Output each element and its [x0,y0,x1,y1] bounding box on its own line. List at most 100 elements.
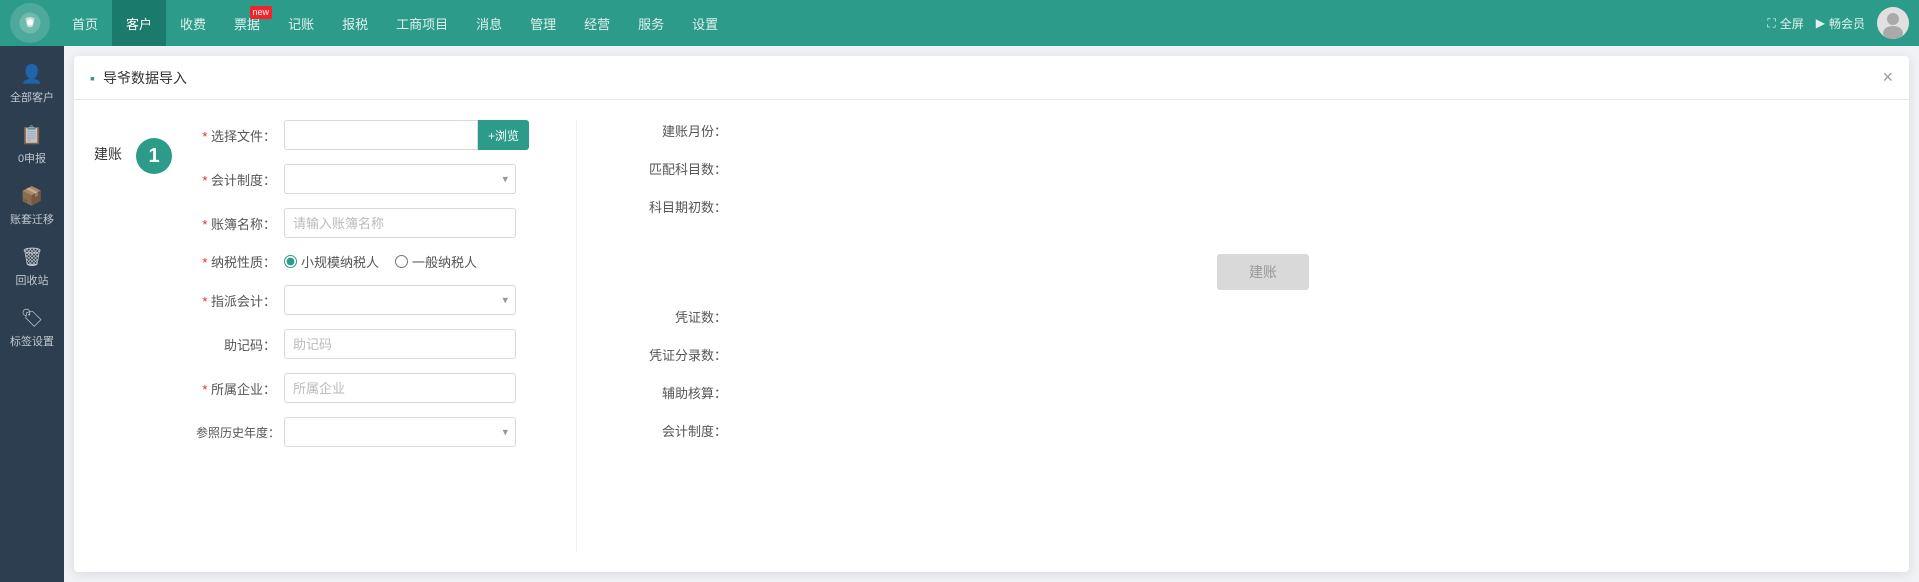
voucher-count-row: 凭证数： [637,306,1889,326]
month-row: 建账月份： [637,120,1889,140]
voucher-count-label: 凭证数： [637,307,727,326]
nav-services[interactable]: 服务 [624,0,678,46]
modal-body: 建账 1 * 选择文件： +浏览 [74,100,1909,572]
ledger-name-input[interactable] [284,208,516,238]
file-row: * 选择文件： +浏览 [196,120,516,150]
user-avatar[interactable] [1877,7,1909,39]
right-accounting-system-row: 会计制度： [637,420,1889,440]
month-label: 建账月份： [637,121,727,140]
subject-initial-value [735,196,1889,216]
right-panel: 建账月份： 匹配科目数： 科目期初数： 建账 [637,120,1889,552]
nav-right: ⛶ 全屏 ▶ 畅会员 [1767,7,1909,39]
voucher-records-label: 凭证分录数： [637,345,727,364]
browse-button[interactable]: +浏览 [478,120,529,150]
tax-type-radio-group: 小规模纳税人 一般纳税人 [284,252,516,271]
user-icon: 👤 [21,64,43,85]
step-label: 建账 [94,144,122,164]
modal-title: 导爷数据导入 [103,68,187,88]
memo-code-row: 助记码： [196,329,516,359]
nav-business[interactable]: 工商项目 [382,0,462,46]
fullscreen-icon: ⛶ [1767,16,1775,31]
modal-header: ▪ 导爷数据导入 × [74,56,1909,100]
right-accounting-system-label: 会计制度： [637,421,727,440]
auxiliary-value [735,382,1889,402]
nav-billing[interactable]: 收费 [166,0,220,46]
match-subjects-row: 匹配科目数： [637,158,1889,178]
left-panel: 建账 1 * 选择文件： +浏览 [94,120,516,552]
logo [10,3,50,43]
sidebar-item-tags[interactable]: 🏷 标签设置 [4,300,60,357]
auxiliary-row: 辅助核算： [637,382,1889,402]
sidebar-item-all-customers[interactable]: 👤 全部客户 [4,56,60,113]
company-row: * 所属企业： [196,373,516,403]
memo-code-input[interactable] [284,329,516,359]
ledger-name-row: * 账簿名称： [196,208,516,238]
create-account-button[interactable]: 建账 [1217,254,1309,290]
nav-tax[interactable]: 报税 [328,0,382,46]
file-input-group: +浏览 [284,120,529,150]
sidebar-item-migrate[interactable]: 📦 账套迁移 [4,178,60,235]
right-accounting-system-value [735,420,1889,440]
accounting-system-select-wrapper [284,164,516,194]
sidebar-item-zero-report[interactable]: 📋 0申报 [4,117,60,174]
accountant-label: * 指派会计： [196,291,276,310]
vip-icon: ▶ [1816,16,1825,30]
accountant-select-wrapper [284,285,516,315]
tax-type-row: * 纳税性质： 小规模纳税人 一般纳税人 [196,252,516,271]
nav-customers[interactable]: 客户 [112,0,166,46]
ledger-name-label: * 账簿名称： [196,214,276,233]
form-section: * 选择文件： +浏览 * 会计制度： [196,120,516,461]
main-layout: 👤 全部客户 📋 0申报 📦 账套迁移 🗑 回收站 🏷 标签设置 ▪ 导爷数据导… [0,46,1919,582]
tag-icon: 🏷 [21,308,44,329]
accounting-system-label: * 会计制度： [196,170,276,189]
nav-messages[interactable]: 消息 [462,0,516,46]
nav-home[interactable]: 首页 [58,0,112,46]
voucher-records-value [735,344,1889,364]
nav-settings[interactable]: 设置 [678,0,732,46]
auxiliary-label: 辅助核算： [637,383,727,402]
vip-btn[interactable]: ▶ 畅会员 [1816,15,1865,32]
nav-invoices[interactable]: 票据 new [220,0,274,46]
company-input[interactable] [284,373,516,403]
company-label: * 所属企业： [196,379,276,398]
nav-items: 首页 客户 收费 票据 new 记账 报税 工商项目 消息 管理 经营 服务 设… [58,0,1767,46]
voucher-records-row: 凭证分录数： [637,344,1889,364]
reference-year-select-wrapper [284,417,516,447]
vertical-divider [576,120,577,552]
reference-year-select[interactable] [284,417,516,447]
subject-initial-label: 科目期初数： [637,197,727,216]
fullscreen-btn[interactable]: ⛶ 全屏 [1767,15,1803,32]
accountant-row: * 指派会计： [196,285,516,315]
file-path-input[interactable] [284,120,478,150]
accountant-select[interactable] [284,285,516,315]
memo-code-label: 助记码： [196,335,276,354]
reference-year-row: 参照历史年度： [196,417,516,447]
accounting-system-row: * 会计制度： [196,164,516,194]
sidebar: 👤 全部客户 📋 0申报 📦 账套迁移 🗑 回收站 🏷 标签设置 [0,46,64,582]
report-icon: 📋 [21,125,43,146]
nav-operations[interactable]: 经营 [570,0,624,46]
content-area: ▪ 导爷数据导入 × 建账 1 [64,46,1919,582]
tax-type-label: * 纳税性质： [196,252,276,271]
new-badge: new [250,6,273,19]
trash-icon: 🗑 [21,247,44,268]
nav-bookkeeping[interactable]: 记账 [274,0,328,46]
import-icon: ▪ [90,70,95,86]
sidebar-item-recycle[interactable]: 🗑 回收站 [4,239,60,296]
voucher-count-value [735,306,1889,326]
accounting-system-select[interactable] [284,164,516,194]
modal-card: ▪ 导爷数据导入 × 建账 1 [74,56,1909,572]
nav-management[interactable]: 管理 [516,0,570,46]
top-nav: 首页 客户 收费 票据 new 记账 报税 工商项目 消息 管理 经营 服务 设… [0,0,1919,46]
reference-year-label: 参照历史年度： [196,424,276,441]
match-subjects-value [735,158,1889,178]
radio-general[interactable]: 一般纳税人 [395,252,477,271]
radio-small-scale[interactable]: 小规模纳税人 [284,252,379,271]
match-subjects-label: 匹配科目数： [637,159,727,178]
close-button[interactable]: × [1882,68,1893,86]
migrate-icon: 📦 [21,186,43,207]
subject-initial-row: 科目期初数： [637,196,1889,216]
file-label: * 选择文件： [196,126,276,145]
month-value [735,120,1889,140]
step-badge: 1 [136,138,172,174]
